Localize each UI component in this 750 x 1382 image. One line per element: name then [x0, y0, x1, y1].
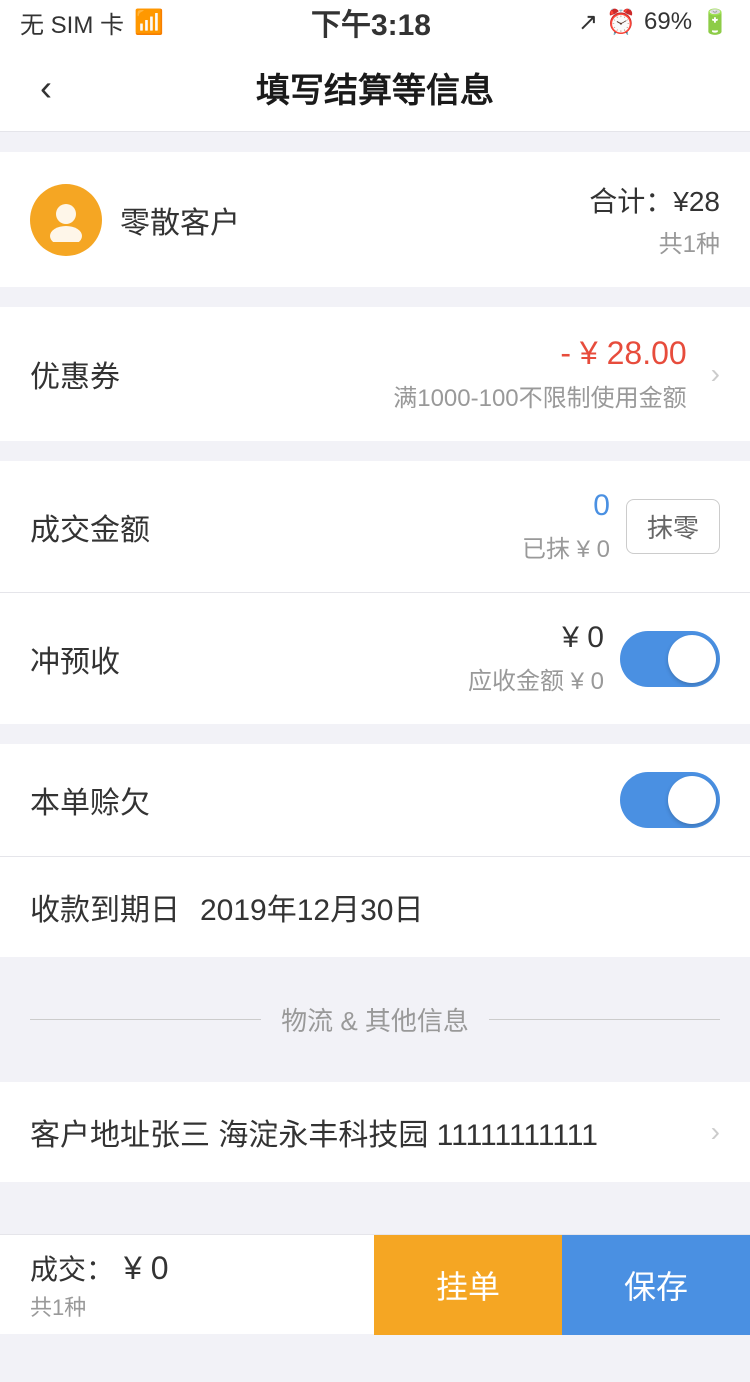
customer-name: 零散客户 [120, 198, 240, 242]
transaction-sub: 已抹 ¥ 0 [522, 529, 610, 564]
battery-level: 69% [644, 8, 692, 36]
prepayment-row: 冲预收 ¥ 0 应收金额 ¥ 0 [0, 593, 750, 724]
transaction-row: 成交金额 0 已抹 ¥ 0 抹零 [0, 461, 750, 593]
address-value: 张三 海淀永丰科技园 11111111111 [150, 1110, 703, 1154]
transaction-label: 成交金额 [30, 505, 150, 549]
due-date-label: 收款到期日 [30, 885, 180, 929]
bottom-summary-label: 成交： [30, 1248, 114, 1288]
hang-button[interactable]: 挂单 [374, 1235, 562, 1335]
save-button[interactable]: 保存 [562, 1235, 750, 1335]
page-title: 填写结算等信息 [256, 63, 494, 112]
due-date-row: 收款到期日 2019年12月30日 [0, 857, 750, 957]
credit-row: 本单赊欠 [0, 744, 750, 857]
logistics-line-right [489, 1019, 720, 1020]
wifi-icon: 📶 [134, 8, 164, 37]
logistics-line-left [30, 1019, 261, 1020]
credit-toggle[interactable] [620, 772, 720, 828]
coupon-sub: 满1000-100不限制使用金额 [393, 378, 686, 413]
customer-total-section: 合计：¥28 共1种 [589, 180, 720, 259]
bottom-summary-value: ¥ 0 [124, 1250, 168, 1287]
divider-1 [0, 287, 750, 307]
coupon-chevron: › [711, 358, 720, 390]
transaction-value: 0 [522, 489, 610, 523]
transaction-right: 0 已抹 ¥ 0 抹零 [522, 489, 720, 564]
bottom-bar: 成交： ¥ 0 共1种 挂单 保存 [0, 1234, 750, 1334]
divider-2 [0, 441, 750, 461]
status-left: 无 SIM 卡 📶 [20, 5, 164, 40]
no-sim-label: 无 SIM 卡 [20, 5, 124, 40]
transaction-section: 成交金额 0 已抹 ¥ 0 抹零 冲预收 ¥ 0 应收金额 ¥ 0 [0, 461, 750, 724]
transaction-value-stack: 0 已抹 ¥ 0 [522, 489, 610, 564]
round-zero-button[interactable]: 抹零 [626, 499, 720, 554]
divider-5 [0, 1062, 750, 1082]
address-row[interactable]: 客户地址 张三 海淀永丰科技园 11111111111 › [0, 1082, 750, 1182]
logistics-label: 物流 & 其他信息 [281, 1001, 469, 1038]
credit-section: 本单赊欠 收款到期日 2019年12月30日 [0, 744, 750, 957]
bottom-summary: 成交： ¥ 0 共1种 [0, 1248, 374, 1322]
prepayment-sub: 应收金额 ¥ 0 [468, 661, 604, 696]
nav-bar: ‹ 填写结算等信息 [0, 44, 750, 132]
bottom-summary-main: 成交： ¥ 0 [30, 1248, 344, 1288]
coupon-row[interactable]: 优惠券 - ¥ 28.00 满1000-100不限制使用金额 › [0, 307, 750, 441]
back-button[interactable]: ‹ [30, 57, 62, 119]
status-bar: 无 SIM 卡 📶 下午3:18 ↗ ⏰ 69% 🔋 [0, 0, 750, 44]
bottom-summary-count: 共1种 [30, 1290, 344, 1322]
customer-row: 零散客户 合计：¥28 共1种 [0, 152, 750, 287]
coupon-section: 优惠券 - ¥ 28.00 满1000-100不限制使用金额 › [0, 307, 750, 441]
logistics-header: 物流 & 其他信息 [0, 977, 750, 1062]
address-label: 客户地址 [30, 1110, 150, 1154]
customer-info-left: 零散客户 [30, 184, 240, 256]
coupon-right: - ¥ 28.00 满1000-100不限制使用金额 › [393, 335, 720, 413]
prepayment-value-stack: ¥ 0 应收金额 ¥ 0 [468, 621, 604, 696]
due-date-value: 2019年12月30日 [200, 885, 423, 929]
customer-avatar [30, 184, 102, 256]
divider-4 [0, 957, 750, 977]
prepayment-right: ¥ 0 应收金额 ¥ 0 [468, 621, 720, 696]
prepayment-toggle[interactable] [620, 631, 720, 687]
customer-total: 合计：¥28 [589, 180, 720, 220]
status-time: 下午3:18 [311, 0, 431, 44]
prepayment-label: 冲预收 [30, 637, 120, 681]
prepayment-value: ¥ 0 [468, 621, 604, 655]
coupon-value-stack: - ¥ 28.00 满1000-100不限制使用金额 [393, 335, 686, 413]
status-right: ↗ ⏰ 69% 🔋 [578, 8, 730, 37]
coupon-label: 优惠券 [30, 352, 120, 396]
address-chevron: › [711, 1116, 720, 1148]
divider-3 [0, 724, 750, 744]
location-icon: ↗ [578, 8, 598, 37]
customer-count: 共1种 [589, 224, 720, 259]
credit-label: 本单赊欠 [30, 778, 150, 822]
battery-icon: 🔋 [700, 8, 730, 37]
credit-right [620, 772, 720, 828]
coupon-discount: - ¥ 28.00 [393, 335, 686, 372]
alarm-icon: ⏰ [606, 8, 636, 37]
